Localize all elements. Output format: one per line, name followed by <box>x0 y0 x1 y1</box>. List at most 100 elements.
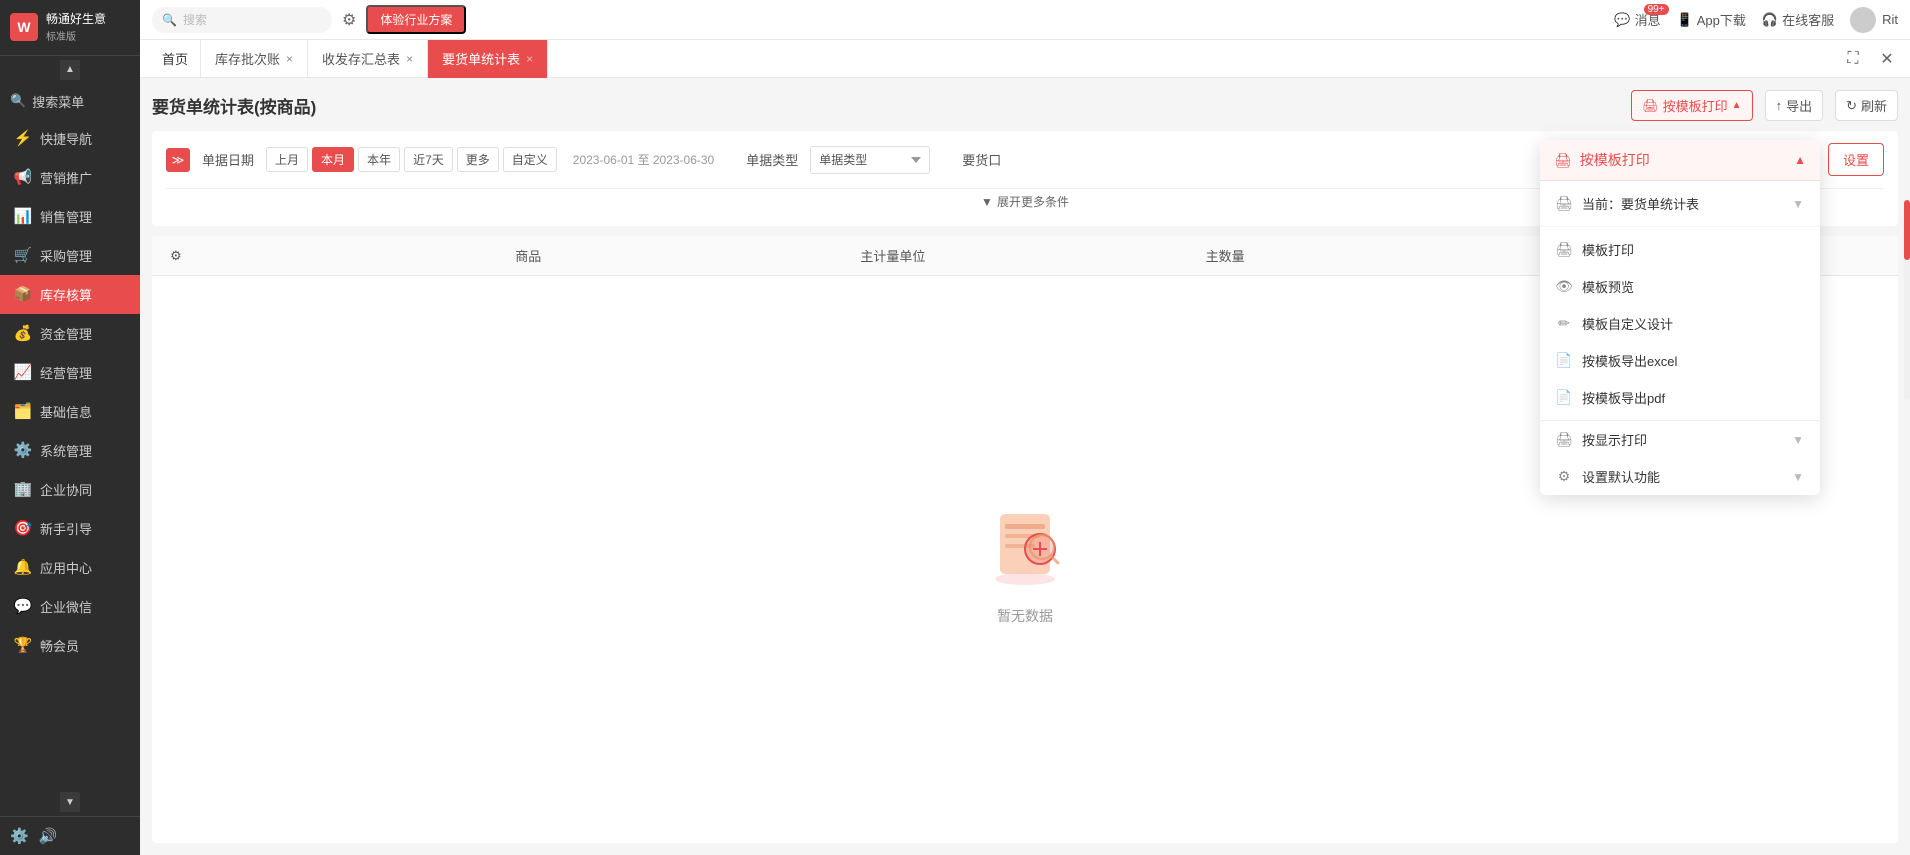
date-btn-custom[interactable]: 自定义 <box>503 147 557 172</box>
sidebar-item-inventory[interactable]: 📦 库存核算 <box>0 275 140 314</box>
th-quantity: 主数量 <box>1198 246 1543 265</box>
sidebar-item-member[interactable]: 🏆 畅会员 <box>0 626 140 665</box>
current-template-arrow: ▼ <box>1792 197 1804 211</box>
tab-inventory-batch[interactable]: 库存批次账 × <box>201 40 308 78</box>
date-range-display: 2023-06-01 至 2023-06-30 <box>573 151 714 168</box>
export-btn[interactable]: ↑ 导出 <box>1765 90 1824 121</box>
dropdown-extra-section: 🖨 按显示打印 ▼ ⚙ 设置默认功能 ▼ <box>1540 420 1820 495</box>
topbar: 🔍 搜索 ⚙ 体验行业方案 💬 消息 99+ 📱 App下载 🎧 在线客服 Ri… <box>140 0 1910 40</box>
export-label: 导出 <box>1786 96 1812 115</box>
set-default-icon: ⚙ <box>1556 469 1572 485</box>
dropdown-item-template-design[interactable]: ✏ 模板自定义设计 <box>1540 305 1820 342</box>
scroll-up-btn[interactable]: ▲ <box>60 60 80 80</box>
filter-expand-icon[interactable]: ≫ <box>166 148 190 172</box>
refresh-btn[interactable]: ↻ 刷新 <box>1835 90 1898 121</box>
expand-label: 展开更多条件 <box>997 193 1069 210</box>
sidebar-logo: W 畅通好生意 标准版 <box>0 0 140 56</box>
tab-home[interactable]: 首页 <box>150 40 201 78</box>
nav-label-guide: 新手引导 <box>40 519 92 538</box>
nav-label-member: 畅会员 <box>40 636 79 655</box>
topbar-settings-icon[interactable]: ⚙ <box>342 10 356 30</box>
dropdown-item-template-print[interactable]: 🖨 模板打印 <box>1540 231 1820 268</box>
online-service-btn[interactable]: 🎧 在线客服 <box>1762 10 1834 29</box>
template-design-icon: ✏ <box>1556 316 1572 332</box>
tab-close-all-btn[interactable]: ✕ <box>1874 46 1900 72</box>
date-btn-more[interactable]: 更多 <box>457 147 499 172</box>
scroll-down-btn[interactable]: ▼ <box>60 792 80 812</box>
dropdown-item-template-preview[interactable]: 👁 模板预览 <box>1540 268 1820 305</box>
app-logo-icon: W <box>10 13 38 41</box>
nav-label-wechat: 企业微信 <box>40 597 92 616</box>
nav-icon-wechat: 💬 <box>14 597 32 615</box>
message-btn[interactable]: 💬 消息 99+ <box>1614 10 1660 29</box>
date-filter-group: 上月 本月 本年 近7天 更多 自定义 <box>266 147 557 172</box>
sidebar-item-appstore[interactable]: 🔔 应用中心 <box>0 548 140 587</box>
export-pdf-icon: 📄 <box>1556 390 1572 406</box>
message-badge: 99+ <box>1644 4 1669 15</box>
nav-label-enterprise: 企业协同 <box>40 480 92 499</box>
set-default-arrow: ▼ <box>1792 470 1804 484</box>
dropdown-header-title: 🖨 按模板打印 <box>1554 150 1650 170</box>
dropdown-current-item[interactable]: 🖨 当前：要货单统计表 ▼ <box>1540 185 1820 222</box>
message-icon: 💬 <box>1614 12 1630 28</box>
sidebar-item-purchase[interactable]: 🛒 采购管理 <box>0 236 140 275</box>
tab-receipt-summary-close[interactable]: × <box>406 52 413 66</box>
sidebar-item-system[interactable]: ⚙️ 系统管理 <box>0 431 140 470</box>
th-icon: ⚙ <box>162 248 507 264</box>
nav-icon-basic: 🗂️ <box>14 402 32 420</box>
search-menu[interactable]: 🔍 搜索菜单 <box>0 84 140 119</box>
dropdown-item-export-excel[interactable]: 📄 按模板导出excel <box>1540 342 1820 379</box>
nav-icon-sales: 📊 <box>14 207 32 225</box>
trial-btn[interactable]: 体验行业方案 <box>366 5 466 34</box>
dropdown-collapse-btn[interactable]: ▲ <box>1794 153 1806 167</box>
nav-icon-operations: 📈 <box>14 363 32 381</box>
nav-icon-system: ⚙️ <box>14 441 32 459</box>
sidebar-item-sales[interactable]: 📊 销售管理 <box>0 197 140 236</box>
template-preview-label: 模板预览 <box>1582 277 1804 296</box>
filter-settings-btn[interactable]: 设置 <box>1828 143 1884 176</box>
dropdown-display-print[interactable]: 🖨 按显示打印 ▼ <box>1540 421 1820 458</box>
dropdown-items-section: 🖨 模板打印 👁 模板预览 ✏ 模板自定义设计 📄 按模板导出excel 📄 按… <box>1540 227 1820 420</box>
dropdown-item-export-pdf[interactable]: 📄 按模板导出pdf <box>1540 379 1820 416</box>
topbar-right: 💬 消息 99+ 📱 App下载 🎧 在线客服 Rit <box>1614 7 1898 33</box>
date-btn-this-year[interactable]: 本年 <box>358 147 400 172</box>
sidebar-item-guide[interactable]: 🎯 新手引导 <box>0 509 140 548</box>
sidebar-item-enterprise[interactable]: 🏢 企业协同 <box>0 470 140 509</box>
scrollbar-thumb <box>1904 200 1910 260</box>
printer-icon: 🖨 <box>1642 98 1659 114</box>
sidebar-item-finance[interactable]: 💰 资金管理 <box>0 314 140 353</box>
tab-receipt-summary[interactable]: 收发存汇总表 × <box>308 40 428 78</box>
dropdown-set-default[interactable]: ⚙ 设置默认功能 ▼ <box>1540 458 1820 495</box>
export-excel-icon: 📄 <box>1556 353 1572 369</box>
tab-order-stats-close[interactable]: × <box>526 52 533 66</box>
sidebar-item-basic[interactable]: 🗂️ 基础信息 <box>0 392 140 431</box>
user-menu[interactable]: Rit <box>1850 7 1898 33</box>
date-btn-last-7days[interactable]: 近7天 <box>404 147 453 172</box>
sidebar-item-operations[interactable]: 📈 经营管理 <box>0 353 140 392</box>
display-print-arrow: ▼ <box>1792 433 1804 447</box>
type-filter-select[interactable]: 单据类型 <box>810 146 930 174</box>
refresh-label: 刷新 <box>1861 96 1887 115</box>
page-title: 要货单统计表(按商品) <box>152 93 316 118</box>
search-menu-label: 搜索菜单 <box>32 92 84 111</box>
date-btn-this-month[interactable]: 本月 <box>312 147 354 172</box>
nav-icon-inventory: 📦 <box>14 285 32 303</box>
print-template-btn[interactable]: 🖨 按模板打印 ▲ <box>1631 90 1752 121</box>
sidebar-item-wechat[interactable]: 💬 企业微信 <box>0 587 140 626</box>
app-download-btn[interactable]: 📱 App下载 <box>1677 10 1746 29</box>
sidebar-item-quick-nav[interactable]: ⚡ 快捷导航 <box>0 119 140 158</box>
sidebar-item-marketing[interactable]: 📢 营销推广 <box>0 158 140 197</box>
sidebar-bottom: ⚙️ 🔊 <box>0 816 140 855</box>
tab-order-stats[interactable]: 要货单统计表 × <box>428 40 548 78</box>
tab-inventory-batch-close[interactable]: × <box>286 52 293 66</box>
app-name: 畅通好生意 <box>46 12 106 28</box>
sound-icon[interactable]: 🔊 <box>39 827 58 845</box>
scrollbar[interactable] <box>1904 200 1910 400</box>
topbar-search[interactable]: 🔍 搜索 <box>152 7 332 33</box>
search-icon: 🔍 <box>10 93 26 109</box>
tab-maximize-btn[interactable]: ⛶ <box>1840 46 1866 72</box>
inventory-batch-label: 库存批次账 <box>215 49 280 68</box>
nav-icon-marketing: 📢 <box>14 168 32 186</box>
date-btn-last-month[interactable]: 上月 <box>266 147 308 172</box>
settings-icon[interactable]: ⚙️ <box>10 827 29 845</box>
